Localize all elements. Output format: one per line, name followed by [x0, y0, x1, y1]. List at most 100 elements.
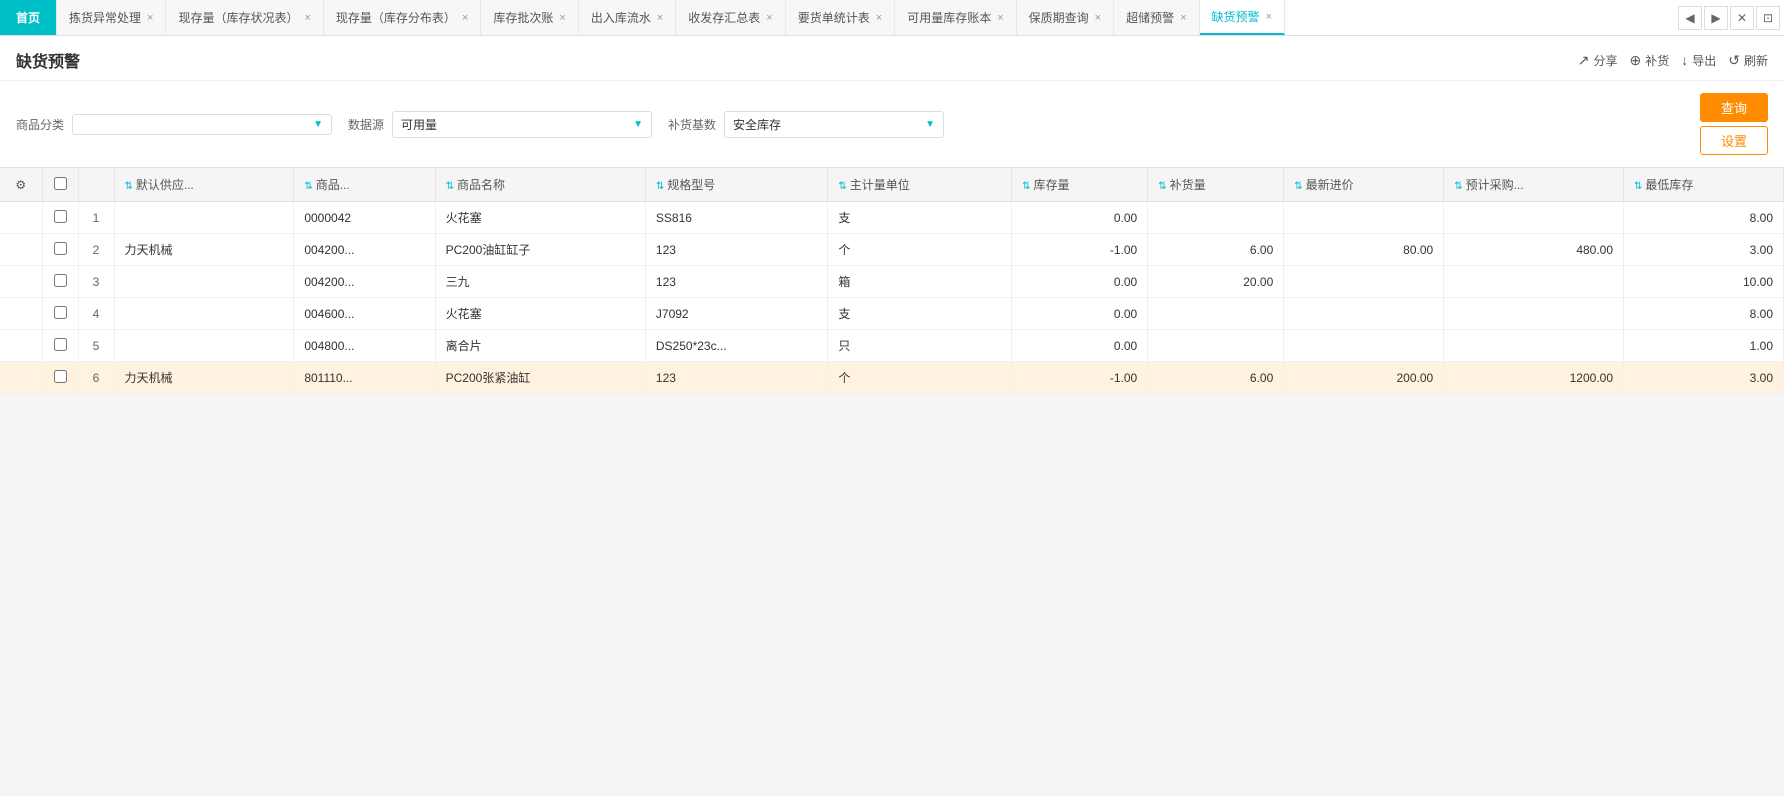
tab-close-icon[interactable]: × — [559, 12, 565, 24]
settings-button[interactable]: 设置 — [1700, 126, 1768, 155]
column-default-supplier[interactable]: ⇅默认供应... — [114, 168, 294, 202]
datasource-select[interactable]: 可用量 ▼ — [392, 111, 652, 138]
tab-item-shortage[interactable]: 缺货预警× — [1200, 0, 1285, 35]
column-product-code[interactable]: ⇅商品... — [294, 168, 435, 202]
row-checkbox-cell[interactable] — [42, 202, 78, 234]
row-default-supplier — [114, 202, 294, 234]
row-min-stock: 8.00 — [1624, 202, 1784, 234]
share-button[interactable]: ↗ 分享 — [1578, 52, 1618, 69]
tab-label: 出入库流水 — [591, 9, 651, 26]
tab-item-order-stats[interactable]: 要货单统计表× — [786, 0, 895, 35]
replenish-icon: ⊕ — [1629, 52, 1641, 69]
tab-item-batch-account[interactable]: 库存批次账× — [481, 0, 578, 35]
row-spec: 123 — [645, 362, 827, 394]
replenish-basis-select[interactable]: 安全库存 ▼ — [724, 111, 944, 138]
row-latest-price — [1284, 330, 1444, 362]
tab-close-icon[interactable]: × — [1180, 12, 1186, 24]
tab-item-inout-flow[interactable]: 出入库流水 × — [579, 0, 676, 35]
tab-item-abnormal[interactable]: 拣货异常处理× — [57, 0, 166, 35]
query-button[interactable]: 查询 — [1700, 93, 1768, 122]
tab-close-icon[interactable]: × — [876, 12, 882, 24]
header-actions: ↗ 分享 ⊕ 补货 ↓ 导出 ↺ 刷新 — [1578, 52, 1768, 69]
row-unit: 只 — [828, 330, 1012, 362]
tab-item-receive-summary[interactable]: 收发存汇总表 × — [676, 0, 785, 35]
column-stock[interactable]: ⇅库存量 — [1012, 168, 1148, 202]
export-icon: ↓ — [1681, 52, 1688, 68]
tab-label: 收发存汇总表 — [688, 9, 760, 26]
datasource-value: 可用量 — [401, 116, 437, 133]
tab-item-expiry-query[interactable]: 保质期查询× — [1017, 0, 1114, 35]
export-button[interactable]: ↓ 导出 — [1681, 52, 1716, 69]
column-product-name[interactable]: ⇅商品名称 — [435, 168, 645, 202]
tab-bar: 首页拣货异常处理×现存量（库存状况表）×现存量（库存分布表）×库存批次账×出入库… — [0, 0, 1784, 36]
row-checkbox[interactable] — [54, 370, 67, 383]
column-unit[interactable]: ⇅主计量单位 — [828, 168, 1012, 202]
row-default-supplier — [114, 298, 294, 330]
row-gear-cell — [0, 298, 42, 330]
row-checkbox[interactable] — [54, 210, 67, 223]
row-checkbox-cell[interactable] — [42, 362, 78, 394]
row-product-name: 三九 — [435, 266, 645, 298]
row-product-name: PC200张紧油缸 — [435, 362, 645, 394]
column-spec[interactable]: ⇅规格型号 — [645, 168, 827, 202]
tab-label: 首页 — [16, 9, 40, 26]
tab-item-inventory-status[interactable]: 现存量（库存状况表）× — [166, 0, 323, 35]
tab-label: 可用量库存账本 — [907, 9, 991, 26]
select-all-checkbox[interactable] — [54, 177, 67, 190]
row-checkbox[interactable] — [54, 306, 67, 319]
row-latest-price — [1284, 298, 1444, 330]
tab-close-icon[interactable]: × — [1095, 12, 1101, 24]
row-checkbox-cell[interactable] — [42, 266, 78, 298]
datasource-label: 数据源 — [348, 116, 384, 133]
category-arrow-icon: ▼ — [313, 119, 323, 130]
row-checkbox-cell[interactable] — [42, 234, 78, 266]
row-checkbox[interactable] — [54, 338, 67, 351]
row-checkbox[interactable] — [54, 274, 67, 287]
row-product-code: 801110... — [294, 362, 435, 394]
row-checkbox-cell[interactable] — [42, 330, 78, 362]
tab-item-available-ledger[interactable]: 可用量库存账本 × — [895, 0, 1016, 35]
column-replenish-qty[interactable]: ⇅补货量 — [1148, 168, 1284, 202]
row-checkbox-cell[interactable] — [42, 298, 78, 330]
row-seq: 1 — [78, 202, 114, 234]
replenish-basis-label: 补货基数 — [668, 116, 716, 133]
category-select[interactable]: ▼ — [72, 114, 332, 135]
row-min-stock: 1.00 — [1624, 330, 1784, 362]
row-min-stock: 3.00 — [1624, 234, 1784, 266]
tab-item-home[interactable]: 首页 — [0, 0, 57, 35]
row-product-name: 火花塞 — [435, 202, 645, 234]
column-latest-price[interactable]: ⇅最新进价 — [1284, 168, 1444, 202]
replenish-basis-value: 安全库存 — [733, 116, 781, 133]
tab-close-icon[interactable]: × — [1266, 11, 1272, 23]
table-row: 1 0000042 火花塞 SS816 支 0.00 8.00 — [0, 202, 1784, 234]
tab-close-all-button[interactable]: ✕ — [1730, 6, 1754, 30]
row-product-name: PC200油缸缸子 — [435, 234, 645, 266]
tab-restore-button[interactable]: ⊡ — [1756, 6, 1780, 30]
column-checkbox[interactable] — [42, 168, 78, 202]
tab-close-icon[interactable]: × — [304, 12, 310, 24]
refresh-button[interactable]: ↺ 刷新 — [1728, 52, 1768, 69]
tab-item-inventory-dist[interactable]: 现存量（库存分布表） × — [324, 0, 481, 35]
filter-buttons: 查询 设置 — [1700, 93, 1768, 155]
row-spec: 123 — [645, 234, 827, 266]
row-checkbox[interactable] — [54, 242, 67, 255]
tab-close-icon[interactable]: × — [766, 12, 772, 24]
tab-close-icon[interactable]: × — [462, 12, 468, 24]
replenish-button[interactable]: ⊕ 补货 — [1629, 52, 1669, 69]
row-spec: DS250*23c... — [645, 330, 827, 362]
column-min-stock[interactable]: ⇅最低库存 — [1624, 168, 1784, 202]
tab-next-button[interactable]: ▶ — [1704, 6, 1728, 30]
page-header: 缺货预警 ↗ 分享 ⊕ 补货 ↓ 导出 ↺ 刷新 — [0, 36, 1784, 81]
tab-nav-buttons: ◀ ▶ ✕ ⊡ — [1674, 6, 1784, 30]
column-gear[interactable]: ⚙ — [0, 168, 42, 202]
tab-label: 现存量（库存分布表） — [336, 9, 456, 26]
row-unit: 个 — [828, 362, 1012, 394]
row-estimated-purchase: 1200.00 — [1444, 362, 1624, 394]
datasource-filter-group: 数据源 可用量 ▼ — [348, 111, 652, 138]
tab-close-icon[interactable]: × — [147, 12, 153, 24]
tab-close-icon[interactable]: × — [657, 12, 663, 24]
tab-close-icon[interactable]: × — [997, 12, 1003, 24]
tab-item-overstock[interactable]: 超储预警× — [1114, 0, 1199, 35]
tab-prev-button[interactable]: ◀ — [1678, 6, 1702, 30]
column-estimated-purchase[interactable]: ⇅预计采购... — [1444, 168, 1624, 202]
